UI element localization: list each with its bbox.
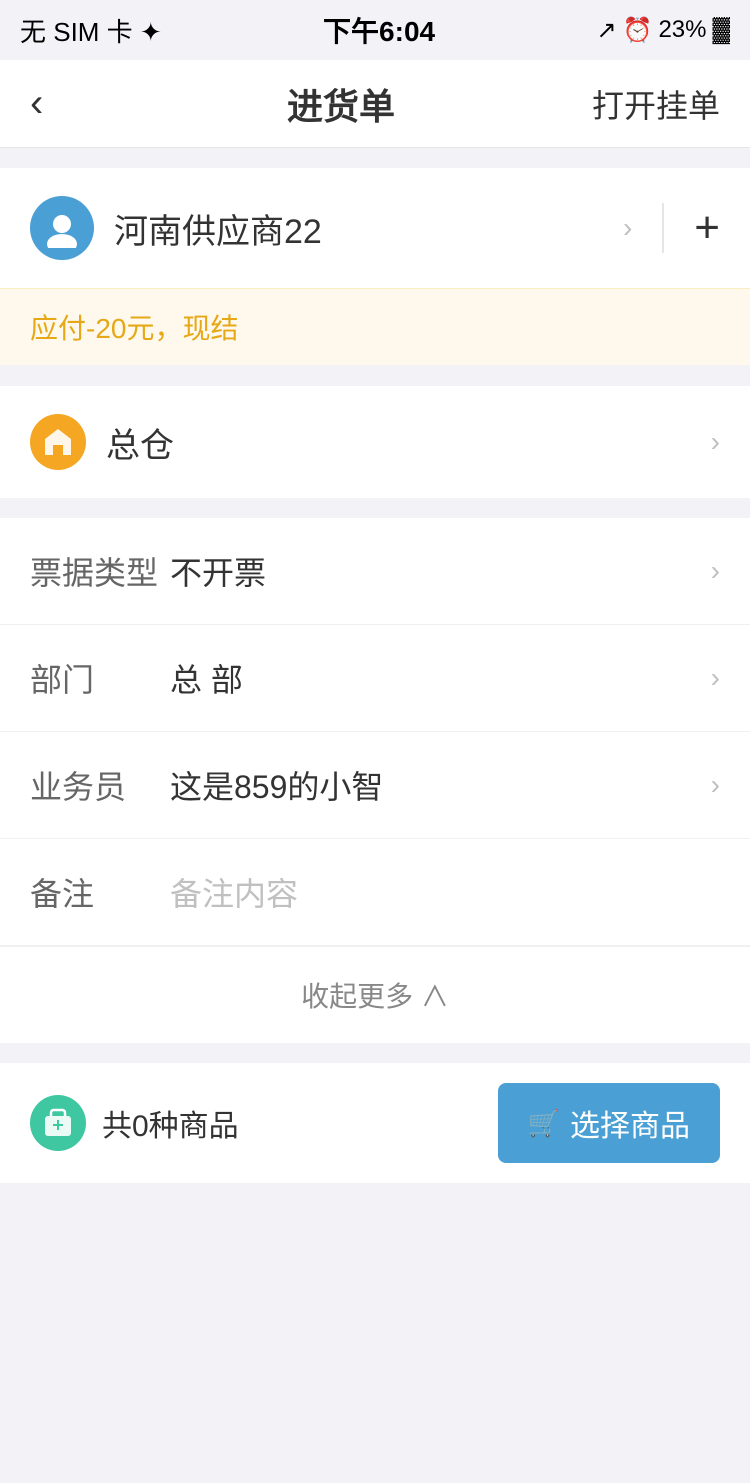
battery-text: 23% xyxy=(658,16,706,44)
nav-bar: ‹ 进货单 打开挂单 xyxy=(0,60,750,148)
supplier-card: 河南供应商22 › + 应付-20元，现结 xyxy=(0,168,750,365)
bottom-bar: 共0种商品 🛒 选择商品 xyxy=(0,1063,750,1183)
status-left: 无 SIM 卡 ✦ xyxy=(20,12,162,49)
supplier-notice: 应付-20元，现结 xyxy=(0,288,750,365)
remark-label: 备注 xyxy=(30,869,170,915)
alarm-icon: ⏰ xyxy=(623,16,653,45)
sim-status: 无 SIM 卡 ✦ xyxy=(20,12,162,49)
section-gap-2 xyxy=(0,365,750,385)
open-pending-button[interactable]: 打开挂单 xyxy=(592,81,720,127)
supplier-avatar xyxy=(30,196,94,260)
warehouse-icon xyxy=(30,414,86,470)
supplier-row[interactable]: 河南供应商22 › + xyxy=(0,168,750,288)
select-product-icon: 🛒 xyxy=(528,1108,560,1139)
page-title: 进货单 xyxy=(287,78,395,130)
page-background xyxy=(0,1183,750,1483)
warehouse-card: 总仓 › xyxy=(0,385,750,498)
form-row-remark[interactable]: 备注 备注内容 xyxy=(0,839,750,946)
product-icon xyxy=(30,1095,86,1151)
location-icon: ↗ xyxy=(596,16,616,45)
supplier-name: 河南供应商22 xyxy=(114,204,623,253)
salesperson-chevron-icon: › xyxy=(711,769,720,801)
add-supplier-button[interactable]: + xyxy=(694,206,720,250)
supplier-divider xyxy=(662,203,664,253)
warehouse-row[interactable]: 总仓 › xyxy=(0,385,750,498)
invoice-chevron-icon: › xyxy=(711,555,720,587)
warehouse-chevron-icon: › xyxy=(711,426,720,458)
invoice-label: 票据类型 xyxy=(30,548,170,594)
department-label: 部门 xyxy=(30,655,170,701)
form-section: 票据类型 不开票 › 部门 总 部 › 业务员 这是859的小智 › 备注 备注… xyxy=(0,518,750,1043)
select-product-label: 选择商品 xyxy=(570,1101,690,1145)
salesperson-label: 业务员 xyxy=(30,762,170,808)
department-chevron-icon: › xyxy=(711,662,720,694)
warehouse-name: 总仓 xyxy=(106,418,711,467)
status-right: ↗ ⏰ 23% ▓ xyxy=(596,16,730,45)
invoice-value: 不开票 xyxy=(170,548,711,594)
product-count: 共0种商品 xyxy=(102,1101,239,1145)
remark-input[interactable]: 备注内容 xyxy=(170,869,720,915)
status-time: 下午6:04 xyxy=(323,10,435,50)
select-product-button[interactable]: 🛒 选择商品 xyxy=(498,1083,720,1163)
battery-icon: ▓ xyxy=(713,16,731,44)
status-bar: 无 SIM 卡 ✦ 下午6:04 ↗ ⏰ 23% ▓ xyxy=(0,0,750,60)
collapse-button[interactable]: 收起更多 ∧ xyxy=(0,946,750,1043)
form-row-department[interactable]: 部门 总 部 › xyxy=(0,625,750,732)
supplier-chevron-icon: › xyxy=(623,212,632,244)
back-button[interactable]: ‹ xyxy=(30,81,90,126)
product-info: 共0种商品 xyxy=(30,1095,239,1151)
salesperson-value: 这是859的小智 xyxy=(170,762,711,808)
form-row-salesperson[interactable]: 业务员 这是859的小智 › xyxy=(0,732,750,839)
section-gap-1 xyxy=(0,148,750,168)
department-value: 总 部 xyxy=(170,655,711,701)
form-row-invoice[interactable]: 票据类型 不开票 › xyxy=(0,518,750,625)
